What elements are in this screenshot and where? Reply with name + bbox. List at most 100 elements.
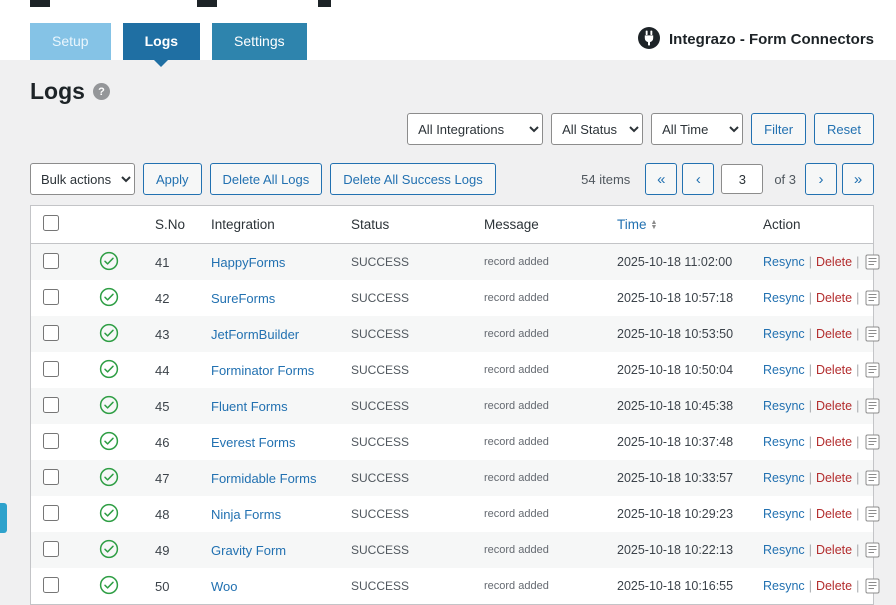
separator: |	[808, 543, 812, 557]
apply-button[interactable]: Apply	[143, 163, 202, 195]
success-check-icon	[99, 359, 119, 379]
row-time: 2025-10-18 10:29:23	[617, 507, 734, 521]
row-status: SUCCESS	[351, 327, 410, 341]
integration-link[interactable]: HappyForms	[211, 255, 285, 270]
delete-all-logs-button[interactable]: Delete All Logs	[209, 163, 323, 195]
delete-link[interactable]: Delete	[816, 363, 852, 377]
resync-link[interactable]: Resync	[763, 471, 805, 485]
delete-all-success-logs-button[interactable]: Delete All Success Logs	[330, 163, 496, 195]
row-message: record added	[484, 400, 549, 412]
separator: |	[808, 327, 812, 341]
integration-link[interactable]: Ninja Forms	[211, 507, 281, 522]
row-status: SUCCESS	[351, 507, 410, 521]
last-page-button[interactable]: »	[842, 163, 874, 195]
separator: |	[808, 435, 812, 449]
current-page-input[interactable]	[721, 164, 764, 194]
delete-link[interactable]: Delete	[816, 471, 852, 485]
row-sno: 45	[155, 398, 170, 414]
integration-link[interactable]: JetFormBuilder	[211, 327, 299, 342]
row-checkbox[interactable]	[43, 360, 59, 377]
brand-title: Integrazo - Form Connectors	[668, 31, 874, 48]
tab-settings[interactable]: Settings	[212, 23, 307, 60]
integration-filter-select[interactable]: All Integrations	[407, 113, 544, 145]
separator: |	[856, 363, 860, 377]
delete-link[interactable]: Delete	[816, 327, 852, 341]
resync-link[interactable]: Resync	[763, 507, 805, 521]
integration-link[interactable]: Gravity Form	[211, 543, 286, 558]
table-row: 50 Woo SUCCESS record added 2025-10-18 1…	[31, 568, 880, 604]
resync-link[interactable]: Resync	[763, 435, 805, 449]
delete-link[interactable]: Delete	[816, 291, 852, 305]
help-icon[interactable]: ?	[92, 83, 110, 100]
row-status: SUCCESS	[351, 363, 410, 377]
resync-link[interactable]: Resync	[763, 543, 805, 557]
items-count: 54 items	[581, 171, 631, 187]
row-time: 2025-10-18 10:45:38	[617, 399, 734, 413]
tab-logs[interactable]: Logs	[122, 23, 201, 60]
table-row: 45 Fluent Forms SUCCESS record added 202…	[31, 388, 880, 424]
view-log-document-icon[interactable]	[865, 542, 880, 558]
resync-link[interactable]: Resync	[763, 255, 805, 269]
row-checkbox[interactable]	[43, 324, 59, 341]
first-page-button[interactable]: «	[645, 163, 678, 195]
tab-setup[interactable]: Setup	[30, 23, 111, 60]
time-filter-select[interactable]: All Time	[651, 113, 744, 145]
resync-link[interactable]: Resync	[763, 399, 805, 413]
row-sno: 49	[155, 542, 170, 558]
integration-link[interactable]: Woo	[211, 579, 238, 594]
row-checkbox[interactable]	[43, 504, 59, 521]
table-row: 44 Forminator Forms SUCCESS record added…	[31, 352, 880, 388]
row-checkbox[interactable]	[43, 432, 59, 449]
integration-link[interactable]: Fluent Forms	[211, 399, 288, 414]
view-log-document-icon[interactable]	[865, 254, 880, 270]
status-filter-select[interactable]: All Status	[551, 113, 644, 145]
row-checkbox[interactable]	[43, 396, 59, 413]
integration-link[interactable]: Formidable Forms	[211, 471, 316, 486]
row-checkbox[interactable]	[43, 252, 59, 269]
view-log-document-icon[interactable]	[865, 434, 880, 450]
col-header-time[interactable]: Time ▲ ▼	[617, 217, 763, 232]
separator: |	[856, 435, 860, 449]
row-sno: 41	[155, 254, 170, 270]
view-log-document-icon[interactable]	[865, 506, 880, 522]
view-log-document-icon[interactable]	[865, 362, 880, 378]
integration-link[interactable]: Everest Forms	[211, 435, 296, 450]
row-checkbox[interactable]	[43, 576, 59, 593]
integration-link[interactable]: SureForms	[211, 291, 275, 306]
separator: |	[808, 471, 812, 485]
filter-button[interactable]: Filter	[751, 113, 807, 145]
row-actions: Resync | Delete |	[763, 398, 880, 414]
resync-link[interactable]: Resync	[763, 579, 805, 593]
row-status: SUCCESS	[351, 543, 410, 557]
separator: |	[856, 543, 860, 557]
delete-link[interactable]: Delete	[816, 543, 852, 557]
row-checkbox[interactable]	[43, 288, 59, 305]
view-log-document-icon[interactable]	[865, 578, 880, 594]
delete-link[interactable]: Delete	[816, 255, 852, 269]
resync-link[interactable]: Resync	[763, 327, 805, 341]
select-all-checkbox[interactable]	[43, 215, 59, 231]
view-log-document-icon[interactable]	[865, 398, 880, 414]
reset-button[interactable]: Reset	[814, 113, 874, 145]
row-message: record added	[484, 508, 549, 520]
resync-link[interactable]: Resync	[763, 363, 805, 377]
delete-link[interactable]: Delete	[816, 579, 852, 593]
col-header-integration: Integration	[211, 217, 275, 232]
view-log-document-icon[interactable]	[865, 470, 880, 486]
delete-link[interactable]: Delete	[816, 435, 852, 449]
delete-link[interactable]: Delete	[816, 399, 852, 413]
prev-page-button[interactable]: ‹	[682, 163, 715, 195]
bulk-actions-select[interactable]: Bulk actions	[30, 163, 135, 195]
next-page-button[interactable]: ›	[805, 163, 837, 195]
plugin-header: Setup Logs Settings Integrazo - Form Con…	[0, 8, 896, 60]
resync-link[interactable]: Resync	[763, 291, 805, 305]
view-log-document-icon[interactable]	[865, 290, 880, 306]
view-log-document-icon[interactable]	[865, 326, 880, 342]
row-checkbox[interactable]	[43, 540, 59, 557]
delete-link[interactable]: Delete	[816, 507, 852, 521]
integration-link[interactable]: Forminator Forms	[211, 363, 314, 378]
row-checkbox[interactable]	[43, 468, 59, 485]
table-row: 46 Everest Forms SUCCESS record added 20…	[31, 424, 880, 460]
collapsed-admin-menu-accent[interactable]	[0, 503, 7, 533]
separator: |	[808, 399, 812, 413]
